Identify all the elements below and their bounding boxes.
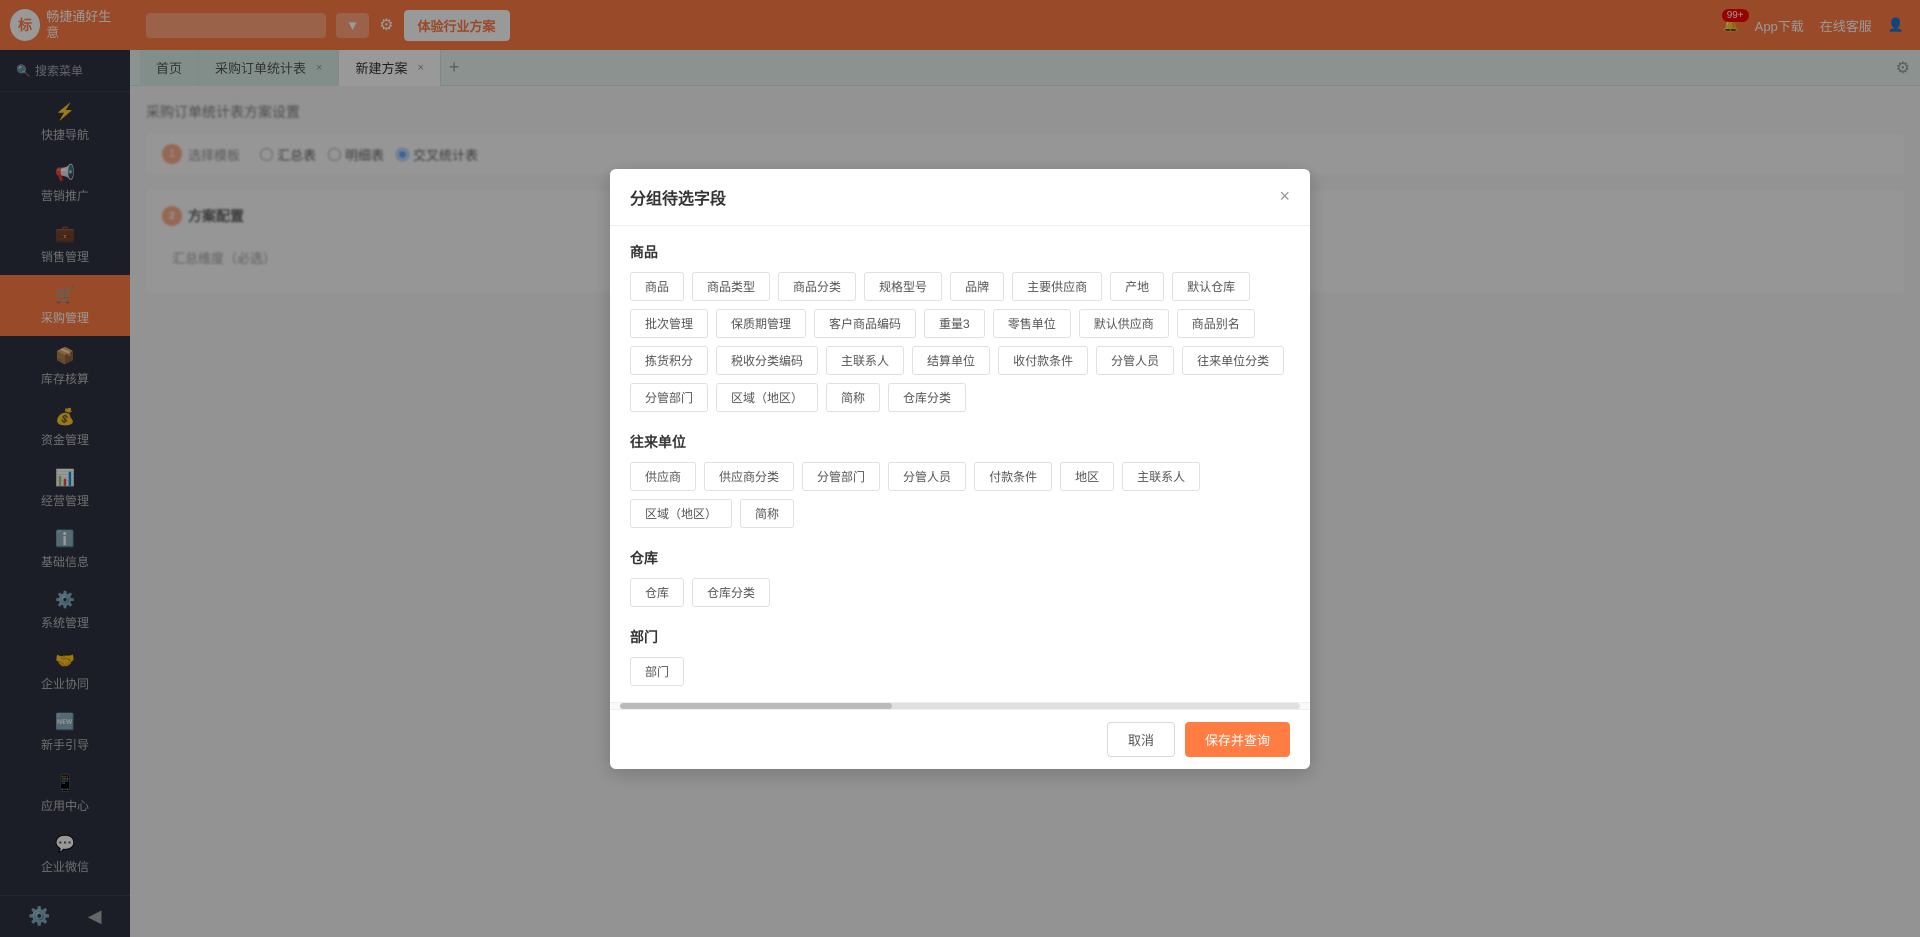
cancel-button[interactable]: 取消 <box>1107 722 1175 757</box>
field-tag-product-11[interactable]: 客户商品编码 <box>814 309 916 338</box>
modal-horizontal-scrollbar[interactable] <box>610 702 1310 709</box>
field-tag-product-3[interactable]: 商品分类 <box>778 272 856 301</box>
field-tag-product-19[interactable]: 结算单位 <box>912 346 990 375</box>
field-tag-counterpart-8[interactable]: 区域（地区） <box>630 499 732 528</box>
field-tags-department: 部门 <box>630 657 1290 686</box>
field-tag-product-17[interactable]: 税收分类编码 <box>716 346 818 375</box>
main-area: ▼ ⚙ 体验行业方案 🔔 99+ App下载 在线客服 👤 首页 采购订单统计表 <box>130 0 1920 937</box>
field-tag-warehouse-2[interactable]: 仓库分类 <box>692 578 770 607</box>
field-tag-counterpart-6[interactable]: 地区 <box>1060 462 1114 491</box>
field-tag-product-1[interactable]: 商品 <box>630 272 684 301</box>
field-tag-product-20[interactable]: 收付款条件 <box>998 346 1088 375</box>
field-tags-counterpart: 供应商 供应商分类 分管部门 分管人员 付款条件 地区 主联系人 区域（地区） … <box>630 462 1290 528</box>
field-group-counterpart-title: 往来单位 <box>630 432 1290 452</box>
field-tag-product-6[interactable]: 主要供应商 <box>1012 272 1102 301</box>
field-group-counterpart: 往来单位 供应商 供应商分类 分管部门 分管人员 付款条件 地区 主联系人 区域… <box>630 432 1290 528</box>
field-tag-counterpart-4[interactable]: 分管人员 <box>888 462 966 491</box>
field-tag-product-15[interactable]: 商品别名 <box>1177 309 1255 338</box>
field-tag-product-26[interactable]: 仓库分类 <box>888 383 966 412</box>
modal-overlay: 分组待选字段 × 商品 商品 商品类型 商品分类 规格型号 <box>130 86 1920 937</box>
modal-title: 分组待选字段 <box>630 185 726 209</box>
field-tag-product-12[interactable]: 重量3 <box>924 309 985 338</box>
field-tag-product-8[interactable]: 默认仓库 <box>1172 272 1250 301</box>
field-tag-counterpart-9[interactable]: 简称 <box>740 499 794 528</box>
field-tag-counterpart-7[interactable]: 主联系人 <box>1122 462 1200 491</box>
field-tags-product: 商品 商品类型 商品分类 规格型号 品牌 主要供应商 产地 默认仓库 批次管理 … <box>630 272 1290 412</box>
modal-body[interactable]: 商品 商品 商品类型 商品分类 规格型号 品牌 主要供应商 产地 默认仓库 批次… <box>610 226 1310 702</box>
field-tag-product-2[interactable]: 商品类型 <box>692 272 770 301</box>
field-tag-counterpart-2[interactable]: 供应商分类 <box>704 462 794 491</box>
field-group-product-title: 商品 <box>630 242 1290 262</box>
field-tag-product-25[interactable]: 简称 <box>826 383 880 412</box>
field-tag-product-24[interactable]: 区域（地区） <box>716 383 818 412</box>
field-tag-warehouse-1[interactable]: 仓库 <box>630 578 684 607</box>
field-tag-counterpart-5[interactable]: 付款条件 <box>974 462 1052 491</box>
field-tags-warehouse: 仓库 仓库分类 <box>630 578 1290 607</box>
field-group-department-title: 部门 <box>630 627 1290 647</box>
field-group-product: 商品 商品 商品类型 商品分类 规格型号 品牌 主要供应商 产地 默认仓库 批次… <box>630 242 1290 412</box>
field-tag-product-5[interactable]: 品牌 <box>950 272 1004 301</box>
field-tag-product-9[interactable]: 批次管理 <box>630 309 708 338</box>
field-tag-product-10[interactable]: 保质期管理 <box>716 309 806 338</box>
field-tag-product-21[interactable]: 分管人员 <box>1096 346 1174 375</box>
field-tag-product-22[interactable]: 往来单位分类 <box>1182 346 1284 375</box>
field-group-warehouse: 仓库 仓库 仓库分类 <box>630 548 1290 607</box>
modal-close-button[interactable]: × <box>1279 186 1290 207</box>
field-tag-product-23[interactable]: 分管部门 <box>630 383 708 412</box>
save-query-button[interactable]: 保存并查询 <box>1185 722 1290 757</box>
field-tag-counterpart-1[interactable]: 供应商 <box>630 462 696 491</box>
field-selection-modal: 分组待选字段 × 商品 商品 商品类型 商品分类 规格型号 <box>610 169 1310 769</box>
field-tag-product-18[interactable]: 主联系人 <box>826 346 904 375</box>
field-tag-product-7[interactable]: 产地 <box>1110 272 1164 301</box>
field-group-warehouse-title: 仓库 <box>630 548 1290 568</box>
field-tag-counterpart-3[interactable]: 分管部门 <box>802 462 880 491</box>
field-tag-product-16[interactable]: 拣货积分 <box>630 346 708 375</box>
modal-footer: 取消 保存并查询 <box>610 709 1310 769</box>
field-tag-department-1[interactable]: 部门 <box>630 657 684 686</box>
main-content: 采购订单统计表方案设置 1 选择模板 汇总表 明细表 <box>130 86 1920 937</box>
field-tag-product-4[interactable]: 规格型号 <box>864 272 942 301</box>
field-tag-product-14[interactable]: 默认供应商 <box>1079 309 1169 338</box>
field-group-department: 部门 部门 <box>630 627 1290 686</box>
field-tag-product-13[interactable]: 零售单位 <box>993 309 1071 338</box>
modal-header: 分组待选字段 × <box>610 169 1310 226</box>
